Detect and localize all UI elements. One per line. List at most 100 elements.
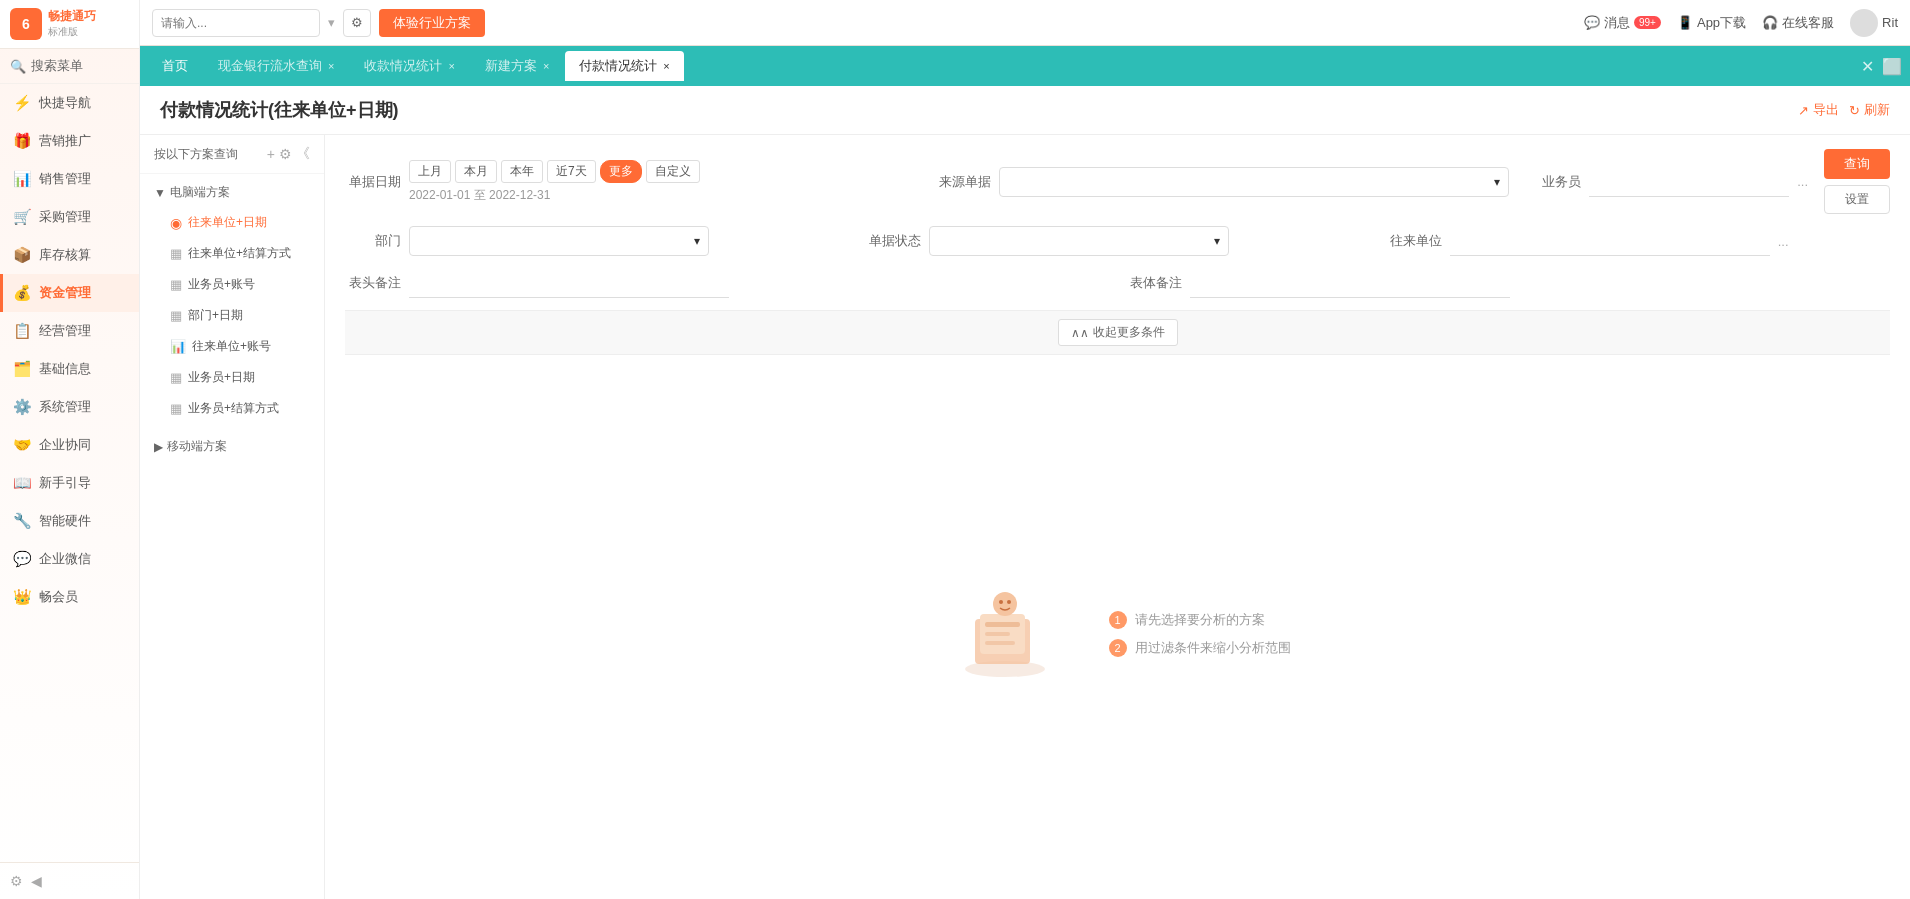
sidebar-item-capital[interactable]: 💰 资金管理 [0, 274, 139, 312]
tab-close-all-btn[interactable]: ✕ [1861, 57, 1874, 76]
sidebar-collapse-btn[interactable]: ◀ [31, 873, 42, 889]
sidebar-search[interactable]: 🔍 搜索菜单 [0, 49, 139, 84]
scheme-item-partner-settlement[interactable]: ▦ 往来单位+结算方式 [140, 238, 324, 269]
date-btn-custom[interactable]: 自定义 [646, 160, 700, 183]
date-btn-this-month[interactable]: 本月 [455, 160, 497, 183]
body-note-field: 表体备注 [1126, 268, 1891, 298]
online-service-btn[interactable]: 🎧 在线客服 [1762, 14, 1834, 32]
sidebar-item-marketing[interactable]: 🎁 营销推广 [0, 122, 139, 160]
collapse-up-icon: ∧∧ [1071, 326, 1089, 340]
date-btn-group: 上月 本月 本年 近7天 更多 自定义 [409, 160, 700, 183]
staff-dots[interactable]: ... [1797, 174, 1808, 189]
topbar-gear-btn[interactable]: ⚙ [343, 9, 371, 37]
scheme-item-staff-account[interactable]: ▦ 业务员+账号 [140, 269, 324, 300]
settings-btn[interactable]: 设置 [1824, 185, 1890, 214]
tab-bank-flow[interactable]: 现金银行流水查询 × [204, 51, 348, 81]
sidebar-item-purchase[interactable]: 🛒 采购管理 [0, 198, 139, 236]
dept-select[interactable]: ▾ [409, 226, 709, 256]
partner-input[interactable] [1450, 226, 1770, 256]
tabbar: 首页 现金银行流水查询 × 收款情况统计 × 新建方案 × 付款情况统计 × ✕… [140, 46, 1910, 86]
scheme-item-staff-settlement[interactable]: ▦ 业务员+结算方式 [140, 393, 324, 424]
staff-input[interactable] [1589, 167, 1789, 197]
tab-receipt-stats-close[interactable]: × [448, 60, 454, 72]
tab-payment-stats-close[interactable]: × [663, 60, 669, 72]
svg-rect-3 [985, 622, 1020, 627]
scheme-item-staff-date[interactable]: ▦ 业务员+日期 [140, 362, 324, 393]
left-panel-title: 按以下方案查询 [154, 146, 238, 163]
app-download-btn[interactable]: 📱 App下载 [1677, 14, 1746, 32]
topbar-search-input[interactable] [152, 9, 320, 37]
tab-receipt-stats[interactable]: 收款情况统计 × [350, 51, 468, 81]
user-profile[interactable]: Rit [1850, 9, 1898, 37]
partner-dots[interactable]: ... [1778, 234, 1789, 249]
tab-new-scheme-close[interactable]: × [543, 60, 549, 72]
dropdown-arrow-icon[interactable]: ▾ [328, 15, 335, 30]
inventory-icon: 📦 [13, 246, 31, 264]
scheme-icon-6: ▦ [170, 401, 182, 416]
scheme-icon-3: ▦ [170, 308, 182, 323]
service-icon: 🎧 [1762, 15, 1778, 30]
sidebar-item-wechat[interactable]: 💬 企业微信 [0, 540, 139, 578]
refresh-btn[interactable]: ↻ 刷新 [1849, 101, 1890, 119]
sidebar-item-inventory[interactable]: 📦 库存核算 [0, 236, 139, 274]
sidebar-item-sales[interactable]: 📊 销售管理 [0, 160, 139, 198]
body-note-input[interactable] [1190, 268, 1510, 298]
tab-home[interactable]: 首页 [148, 51, 202, 81]
header-note-field: 表头备注 [345, 268, 1110, 298]
sidebar-item-guide[interactable]: 📖 新手引导 [0, 464, 139, 502]
tab-payment-stats[interactable]: 付款情况统计 × [565, 51, 683, 81]
sidebar-item-hardware[interactable]: 🔧 智能硬件 [0, 502, 139, 540]
scheme-icon-2: ▦ [170, 277, 182, 292]
scheme-item-dept-date[interactable]: ▦ 部门+日期 [140, 300, 324, 331]
staff-filter-field: 业务员 ... [1525, 167, 1808, 197]
body-note-label: 表体备注 [1126, 274, 1182, 292]
wechat-icon: 💬 [13, 550, 31, 568]
sidebar-item-system[interactable]: ⚙️ 系统管理 [0, 388, 139, 426]
sidebar-item-basic[interactable]: 🗂️ 基础信息 [0, 350, 139, 388]
date-btn-last-7[interactable]: 近7天 [547, 160, 596, 183]
tab-new-scheme[interactable]: 新建方案 × [471, 51, 563, 81]
source-label: 来源单据 [935, 173, 991, 191]
left-panel: 按以下方案查询 + ⚙ 《 ▼ 电脑端方案 ◉ 往来单位+日期 [140, 135, 325, 899]
status-select-arrow: ▾ [1214, 234, 1220, 248]
scheme-icon-1: ▦ [170, 246, 182, 261]
logo-name: 畅捷通巧 [48, 9, 96, 25]
operation-icon: 📋 [13, 322, 31, 340]
scheme-item-partner-date[interactable]: ◉ 往来单位+日期 [140, 207, 324, 238]
sidebar-item-quick-nav[interactable]: ⚡ 快捷导航 [0, 84, 139, 122]
export-btn[interactable]: ↗ 导出 [1798, 101, 1839, 119]
filter-actions: 查询 设置 [1824, 149, 1890, 214]
refresh-icon: ↻ [1849, 103, 1860, 118]
source-select-arrow: ▾ [1494, 175, 1500, 189]
tab-expand-btn[interactable]: ⬜ [1882, 57, 1902, 76]
mobile-section-header[interactable]: ▶ 移动端方案 [140, 432, 324, 461]
tab-bank-flow-close[interactable]: × [328, 60, 334, 72]
logo-badge: 标准版 [48, 25, 96, 39]
sidebar-item-operation[interactable]: 📋 经营管理 [0, 312, 139, 350]
left-panel-settings-btn[interactable]: ⚙ [279, 146, 292, 162]
query-btn[interactable]: 查询 [1824, 149, 1890, 179]
left-panel-collapse-btn[interactable]: 《 [296, 145, 310, 163]
filter-row-1: 单据日期 上月 本月 本年 近7天 更多 自定义 20 [345, 149, 1890, 214]
left-panel-add-btn[interactable]: + [267, 146, 275, 162]
header-note-input[interactable] [409, 268, 729, 298]
date-btn-more[interactable]: 更多 [600, 160, 642, 183]
source-select[interactable]: ▾ [999, 167, 1509, 197]
messages-btn[interactable]: 💬 消息 99+ [1584, 14, 1661, 32]
trial-btn[interactable]: 体验行业方案 [379, 9, 485, 37]
date-btn-this-year[interactable]: 本年 [501, 160, 543, 183]
desktop-section-header[interactable]: ▼ 电脑端方案 [140, 178, 324, 207]
sidebar-settings-btn[interactable]: ⚙ [10, 873, 23, 889]
sidebar-item-member[interactable]: 👑 畅会员 [0, 578, 139, 616]
empty-hint-1: 1 请先选择要分析的方案 [1109, 611, 1265, 629]
date-btn-last-month[interactable]: 上月 [409, 160, 451, 183]
empty-hints: 1 请先选择要分析的方案 2 用过滤条件来缩小分析范围 [1109, 611, 1291, 657]
dept-label: 部门 [345, 232, 401, 250]
collapse-more-btn[interactable]: ∧∧ 收起更多条件 [1058, 319, 1178, 346]
guide-icon: 📖 [13, 474, 31, 492]
scheme-item-partner-account[interactable]: 📊 往来单位+账号 [140, 331, 324, 362]
desktop-scheme-section: ▼ 电脑端方案 ◉ 往来单位+日期 ▦ 往来单位+结算方式 ▦ 业务员+账号 [140, 174, 324, 428]
hardware-icon: 🔧 [13, 512, 31, 530]
sidebar-item-enterprise[interactable]: 🤝 企业协同 [0, 426, 139, 464]
status-select[interactable]: ▾ [929, 226, 1229, 256]
